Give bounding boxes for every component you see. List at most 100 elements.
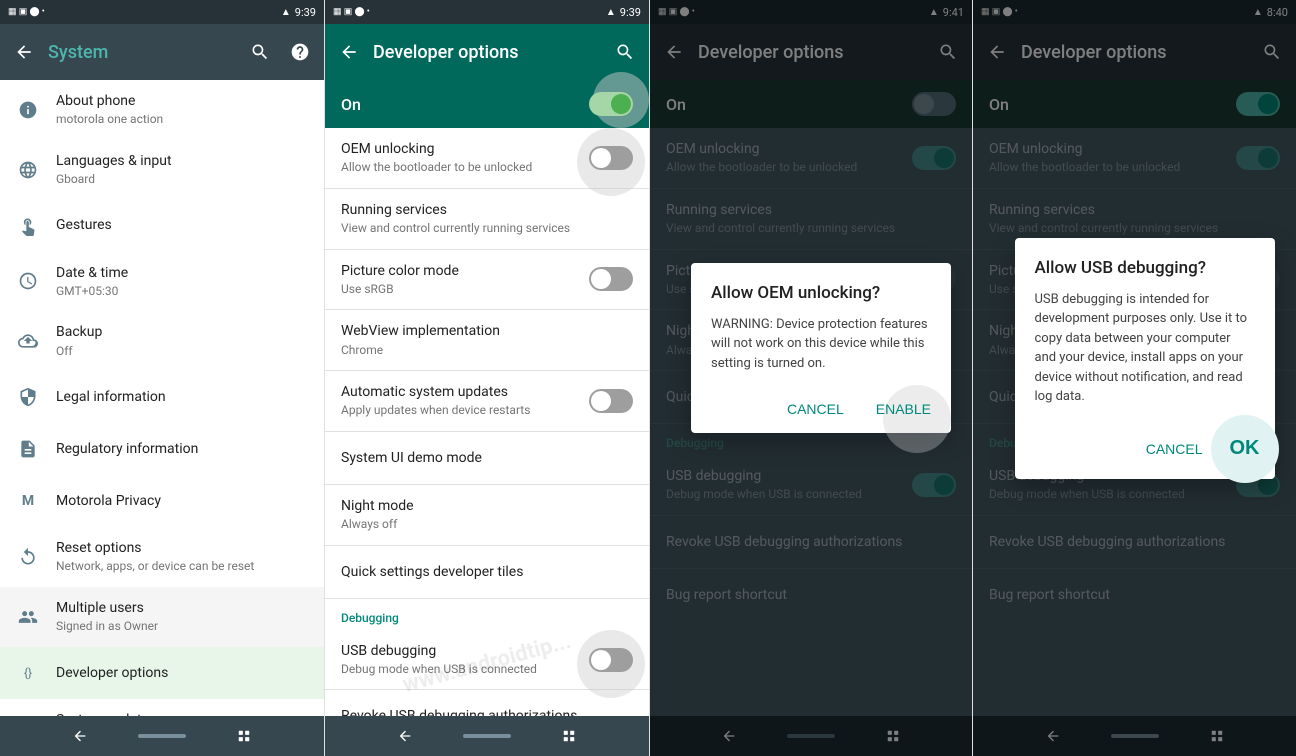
setting-item-content: {} Developer options — [16, 661, 308, 685]
setting-text-developer: Developer options — [56, 664, 308, 682]
setting-title: WebView implementation — [341, 322, 633, 340]
setting-title: Reset options — [56, 539, 308, 557]
oem-toggle[interactable] — [589, 146, 633, 170]
setting-multiple-users[interactable]: Multiple users Signed in as Owner — [0, 587, 324, 647]
usb-dialog-overlay: Allow USB debugging? USB debugging is in… — [973, 0, 1296, 756]
nav-back[interactable] — [70, 726, 90, 746]
panel-developer-options: ▦ ▣ ⬤ • ▲ 9:39 Developer options On OEM — [325, 0, 650, 756]
usb-toggle[interactable] — [589, 648, 633, 672]
legal-icon — [16, 385, 40, 409]
search-button[interactable] — [244, 36, 276, 68]
setting-item-content: About phone motorola one action — [16, 92, 308, 128]
panel-oem-dialog: ▦ ▣ ⬤ • ▲ 9:41 Developer options On OEM … — [650, 0, 973, 756]
setting-title: Multiple users — [56, 599, 308, 617]
setting-title: Picture color mode — [341, 262, 589, 280]
toggle-knob — [591, 269, 611, 289]
setting-title: Revoke USB debugging authorizations — [341, 707, 633, 716]
setting-auto-updates[interactable]: Automatic system updates Apply updates w… — [325, 371, 649, 431]
ok-button[interactable]: OK — [1223, 427, 1267, 471]
nav-home[interactable] — [463, 734, 511, 738]
usb-dialog-actions: Cancel OK — [1015, 423, 1275, 479]
setting-night-mode[interactable]: Night mode Always off — [325, 485, 649, 545]
setting-reset[interactable]: Reset options Network, apps, or device c… — [0, 527, 324, 587]
setting-title-oem: OEM unlocking — [341, 140, 589, 158]
back-button[interactable] — [333, 36, 365, 68]
setting-webview[interactable]: WebView implementation Chrome — [325, 310, 649, 370]
on-toggle[interactable] — [589, 92, 633, 116]
motorola-icon: M — [16, 489, 40, 513]
setting-system-updates[interactable]: System updates Updated to Android 9 — [0, 699, 324, 716]
enable-wrapper: Enable — [864, 393, 943, 425]
setting-title: USB debugging — [341, 642, 589, 660]
setting-subtitle: View and control currently running servi… — [341, 221, 633, 237]
nav-home[interactable] — [138, 734, 186, 738]
toggle-knob — [591, 148, 611, 168]
setting-title: Night mode — [341, 497, 633, 515]
cancel-button[interactable]: Cancel — [1134, 427, 1215, 471]
setting-about-phone[interactable]: About phone motorola one action — [0, 80, 324, 140]
setting-moto-privacy[interactable]: M Motorola Privacy — [0, 475, 324, 527]
setting-legal[interactable]: Legal information — [0, 371, 324, 423]
setting-running-services[interactable]: Running services View and control curren… — [325, 189, 649, 249]
status-icons-left: ▦ ▣ ⬤ • — [8, 7, 45, 17]
setting-developer-options[interactable]: {} Developer options — [0, 647, 324, 699]
regulatory-icon — [16, 437, 40, 461]
setting-text: WebView implementation Chrome — [341, 322, 633, 358]
panel-system-settings: ▦ ▣ ⬤ • ▲ 9:39 System About phone — [0, 0, 325, 756]
setting-text-backup: Backup Off — [56, 323, 308, 359]
back-button[interactable] — [8, 36, 40, 68]
setting-gestures[interactable]: Gestures — [0, 200, 324, 252]
nav-recents[interactable] — [234, 726, 254, 746]
setting-datetime[interactable]: Date & time GMT+05:30 — [0, 252, 324, 312]
toggle-knob — [611, 94, 631, 114]
setting-backup[interactable]: Backup Off — [0, 311, 324, 371]
setting-title: Quick settings developer tiles — [341, 563, 633, 581]
setting-item-content: Date & time GMT+05:30 — [16, 264, 308, 300]
setting-title: Motorola Privacy — [56, 492, 308, 510]
oem-dialog: Allow OEM unlocking? WARNING: Device pro… — [691, 263, 951, 434]
auto-updates-toggle[interactable] — [589, 389, 633, 413]
picture-toggle[interactable] — [589, 267, 633, 291]
nav-bar-middle — [325, 716, 649, 756]
setting-title: About phone — [56, 92, 308, 110]
language-icon — [16, 158, 40, 182]
setting-item-content: Reset options Network, apps, or device c… — [16, 539, 308, 575]
setting-languages[interactable]: Languages & input Gboard — [0, 140, 324, 200]
nav-recents[interactable] — [559, 726, 579, 746]
search-button[interactable] — [609, 36, 641, 68]
setting-subtitle: motorola one action — [56, 112, 308, 128]
setting-text-moto-privacy: Motorola Privacy — [56, 492, 308, 510]
status-bar-middle: ▦ ▣ ⬤ • ▲ 9:39 — [325, 0, 649, 24]
setting-title: Regulatory information — [56, 440, 308, 458]
panel-usb-dialog: ▦ ▣ ⬤ • ▲ 8:40 Developer options On OEM … — [973, 0, 1296, 756]
setting-picture-color[interactable]: Picture color mode Use sRGB — [325, 250, 649, 310]
help-button[interactable] — [284, 36, 316, 68]
setting-text-users: Multiple users Signed in as Owner — [56, 599, 308, 635]
notification-icon: ▦ ▣ ⬤ • — [8, 7, 45, 17]
setting-quick-tiles[interactable]: Quick settings developer tiles — [325, 546, 649, 598]
oem-toggle-wrapper — [589, 146, 633, 170]
setting-regulatory[interactable]: Regulatory information — [0, 423, 324, 475]
setting-item-content: Multiple users Signed in as Owner — [16, 599, 308, 635]
nav-bar-left — [0, 716, 324, 756]
on-toggle-header[interactable]: On — [325, 80, 649, 128]
setting-oem-unlocking[interactable]: OEM unlocking Allow the bootloader to be… — [325, 128, 649, 188]
setting-text-oem: OEM unlocking Allow the bootloader to be… — [341, 140, 589, 176]
usb-dialog-content: USB debugging is intended for developmen… — [1015, 290, 1275, 423]
setting-text: Quick settings developer tiles — [341, 563, 633, 581]
setting-usb-debugging[interactable]: USB debugging Debug mode when USB is con… — [325, 630, 649, 690]
setting-text: Automatic system updates Apply updates w… — [341, 383, 589, 419]
setting-text: System UI demo mode — [341, 449, 633, 467]
system-settings-list: About phone motorola one action Language… — [0, 80, 324, 716]
setting-item-content: Gestures — [16, 214, 308, 238]
cancel-button[interactable]: Cancel — [775, 393, 856, 425]
setting-text-about: About phone motorola one action — [56, 92, 308, 128]
app-bar-system: System — [0, 24, 324, 80]
setting-ui-demo[interactable]: System UI demo mode — [325, 432, 649, 484]
nav-back[interactable] — [395, 726, 415, 746]
oem-dialog-actions: Cancel Enable — [691, 389, 951, 433]
setting-title: Running services — [341, 201, 633, 219]
setting-title: Date & time — [56, 264, 308, 282]
enable-button[interactable]: Enable — [864, 393, 943, 425]
usb-toggle-wrapper — [589, 648, 633, 672]
